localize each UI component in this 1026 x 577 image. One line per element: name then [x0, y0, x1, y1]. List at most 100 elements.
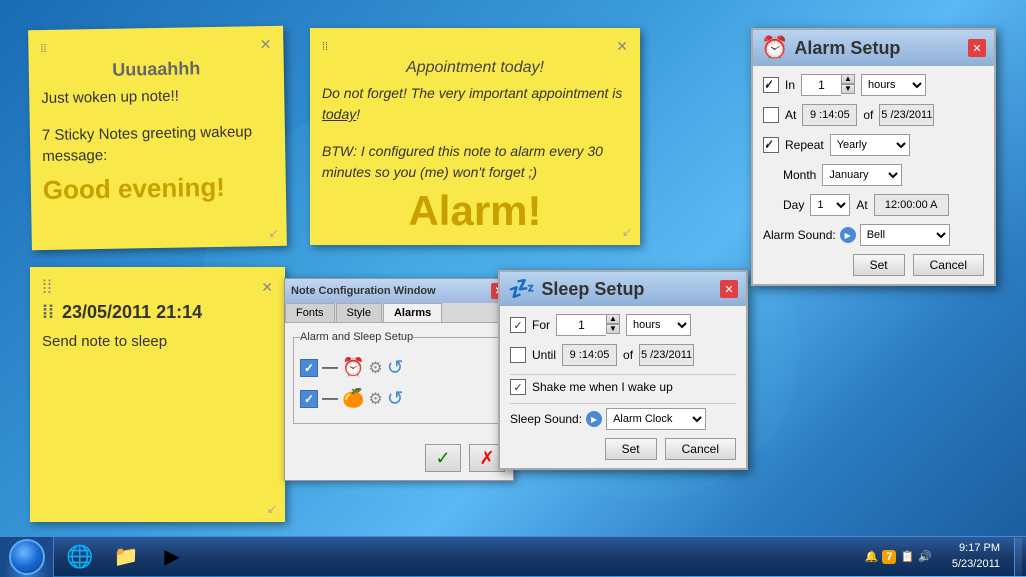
sleep-until-of-label: of	[623, 348, 633, 362]
tab-alarms[interactable]: Alarms	[383, 303, 442, 322]
sleep-title: Sleep Setup	[541, 279, 644, 300]
alarm-at-time-input	[802, 104, 857, 126]
note2-corner-icon: ↙	[622, 225, 632, 239]
taskbar-ie-icon[interactable]: 🌐	[58, 538, 102, 576]
note1-close-icon[interactable]: ✕	[260, 36, 272, 53]
alarm-in-input-group: ▲ ▼	[801, 74, 855, 96]
note2-content: Do not forget! The very important appoin…	[322, 83, 628, 125]
alarm-emoji-icon: —	[322, 359, 338, 377]
note3-dots2-icon: ⁞⁞	[42, 302, 54, 323]
alarm-clock-emoji-icon: ⏰	[342, 357, 364, 378]
note2-title: Appointment today!	[322, 59, 628, 77]
note-config-tabs: Fonts Style Alarms	[285, 303, 513, 323]
tab-fonts[interactable]: Fonts	[285, 303, 335, 322]
sleep-set-button[interactable]: Set	[605, 438, 657, 460]
tray-icon-2: 📋	[900, 550, 914, 563]
sleep-shake-checkbox[interactable]	[510, 379, 526, 395]
sleep-until-checkbox[interactable]	[510, 347, 526, 363]
alarm-in-down-button[interactable]: ▼	[841, 84, 855, 94]
tray-icon-3: 🔊	[918, 550, 932, 563]
alarm-in-row: ✓ In ▲ ▼ hours minutes	[763, 74, 984, 96]
gear-icon: ⚙	[368, 358, 382, 378]
sticky-note-1: ⁞⁞ ✕ Uuuaahhh Just woken up note!! 7 Sti…	[28, 26, 287, 250]
start-button[interactable]	[0, 537, 54, 577]
sleep-divider2	[510, 403, 736, 404]
alarm-title: Alarm Setup	[794, 38, 900, 59]
alarm-in-spinner: ▲ ▼	[841, 74, 855, 96]
tab-style[interactable]: Style	[336, 303, 382, 322]
sleep-config-row: ✓ — 🍊 ⚙ ↺	[300, 386, 498, 411]
alarm-in-unit-select[interactable]: hours minutes	[861, 74, 926, 96]
sleep-cancel-button[interactable]: Cancel	[665, 438, 736, 460]
alarm-in-up-button[interactable]: ▲	[841, 74, 855, 84]
alarm-at-date-input	[879, 104, 934, 126]
sleep-for-up-button[interactable]: ▲	[606, 314, 620, 324]
sleep-for-down-button[interactable]: ▼	[606, 324, 620, 334]
sleep-close-button[interactable]: ✕	[720, 280, 738, 298]
taskbar-explorer-icon[interactable]: 📁	[104, 538, 148, 576]
sleep-zzz-icon: 💤	[508, 276, 535, 302]
alarm-sound-label: Alarm Sound:	[763, 228, 836, 242]
note-dots-icon: ⁞⁞	[40, 42, 46, 54]
alarm-sound-play-button[interactable]: ▶	[840, 227, 856, 243]
alarm-set-button[interactable]: Set	[853, 254, 905, 276]
taskbar: 🌐 📁 ▶ 🔔 7 📋 🔊 9:17 PM 5/23/2011	[0, 536, 1026, 576]
note-config-buttons: ✓ ✗	[285, 440, 513, 480]
sleep-shake-label: Shake me when I wake up	[532, 380, 673, 394]
note3-header: ⁞⁞ ✕	[42, 277, 273, 298]
sleep-title-area: 💤 Sleep Setup	[508, 276, 644, 302]
alarm-in-checkbox[interactable]: ✓	[763, 77, 779, 93]
sleep-for-checkbox[interactable]	[510, 317, 526, 333]
tray-number-badge: 7	[882, 550, 896, 564]
alarm-at2-label: At	[856, 198, 867, 212]
sticky-note-3: ⁞⁞ ✕ ⁞⁞ 23/05/2011 21:14 Send note to sl…	[30, 267, 285, 522]
show-desktop-button[interactable]	[1014, 538, 1022, 576]
note-config-ok-button[interactable]: ✓	[425, 444, 461, 472]
sleep-dash-icon: —	[322, 390, 338, 408]
alarm-sleep-group: Alarm and Sleep Setup ✓ — ⏰ ⚙ ↺ ✓ — 🍊 ⚙ …	[293, 331, 505, 424]
alarm-enabled-checkbox[interactable]: ✓	[300, 359, 318, 377]
arrow-icon: ↺	[387, 355, 404, 380]
note3-datetime: ⁞⁞ 23/05/2011 21:14	[42, 302, 273, 323]
alarm-in-value-input[interactable]	[801, 74, 841, 96]
alarm-repeat-checkbox[interactable]: ✓	[763, 137, 779, 153]
taskbar-media-icon[interactable]: ▶	[150, 538, 194, 576]
sleep-for-unit-select[interactable]: hours minutes	[626, 314, 691, 336]
clock-time: 9:17 PM	[952, 541, 1000, 556]
alarm-day-select[interactable]: 123	[810, 194, 850, 216]
alarm-close-button[interactable]: ✕	[968, 39, 986, 57]
sleep-for-label: For	[532, 318, 550, 332]
alarm-sound-select[interactable]: Bell Alarm Clock Chime	[860, 224, 950, 246]
note3-content: Send note to sleep	[42, 333, 273, 350]
alarm-body: ✓ In ▲ ▼ hours minutes At of ✓	[753, 66, 994, 284]
alarm-month-select[interactable]: January February March	[822, 164, 902, 186]
note1-title: Uuuaahhh	[41, 57, 272, 82]
sleep-setup-window: 💤 Sleep Setup ✕ For ▲ ▼ hours minutes	[498, 270, 748, 470]
sleep-sound-play-button[interactable]: ▶	[586, 411, 602, 427]
alarm-repeat-select[interactable]: Yearly Monthly Weekly Daily	[830, 134, 910, 156]
alarm-at-of-label: of	[863, 108, 873, 122]
start-orb-icon	[9, 539, 45, 575]
orange-emoji-icon: 🍊	[342, 388, 364, 409]
alarm-setup-window: ⏰ Alarm Setup ✕ ✓ In ▲ ▼ hours minutes	[751, 28, 996, 286]
alarm-sound-row: Alarm Sound: ▶ Bell Alarm Clock Chime	[763, 224, 984, 246]
sleep-arrow-icon: ↺	[387, 386, 404, 411]
alarm-action-buttons: Set Cancel	[763, 254, 984, 276]
alarm-at-checkbox[interactable]	[763, 107, 779, 123]
note3-close-icon[interactable]: ✕	[261, 279, 273, 296]
note2-close-icon[interactable]: ✕	[616, 38, 628, 55]
note-config-title: Note Configuration Window	[291, 285, 436, 297]
taskbar-clock[interactable]: 9:17 PM 5/23/2011	[944, 539, 1008, 574]
sleep-until-label: Until	[532, 348, 556, 362]
sleep-until-row: Until of	[510, 344, 736, 366]
taskbar-pinned-icons: 🌐 📁 ▶	[54, 538, 198, 576]
sleep-for-input-group: ▲ ▼	[556, 314, 620, 336]
alarm-at2-time-input[interactable]	[874, 194, 949, 216]
note3-corner-icon: ↙	[267, 502, 277, 516]
alarm-cancel-button[interactable]: Cancel	[913, 254, 984, 276]
sleep-sound-select[interactable]: Alarm Clock Bell Chime	[606, 408, 706, 430]
note1-corner-icon: ↙	[268, 226, 278, 240]
sleep-enabled-checkbox[interactable]: ✓	[300, 390, 318, 408]
sleep-for-input[interactable]	[556, 314, 606, 336]
note-config-body: Alarm and Sleep Setup ✓ — ⏰ ⚙ ↺ ✓ — 🍊 ⚙ …	[285, 323, 513, 440]
